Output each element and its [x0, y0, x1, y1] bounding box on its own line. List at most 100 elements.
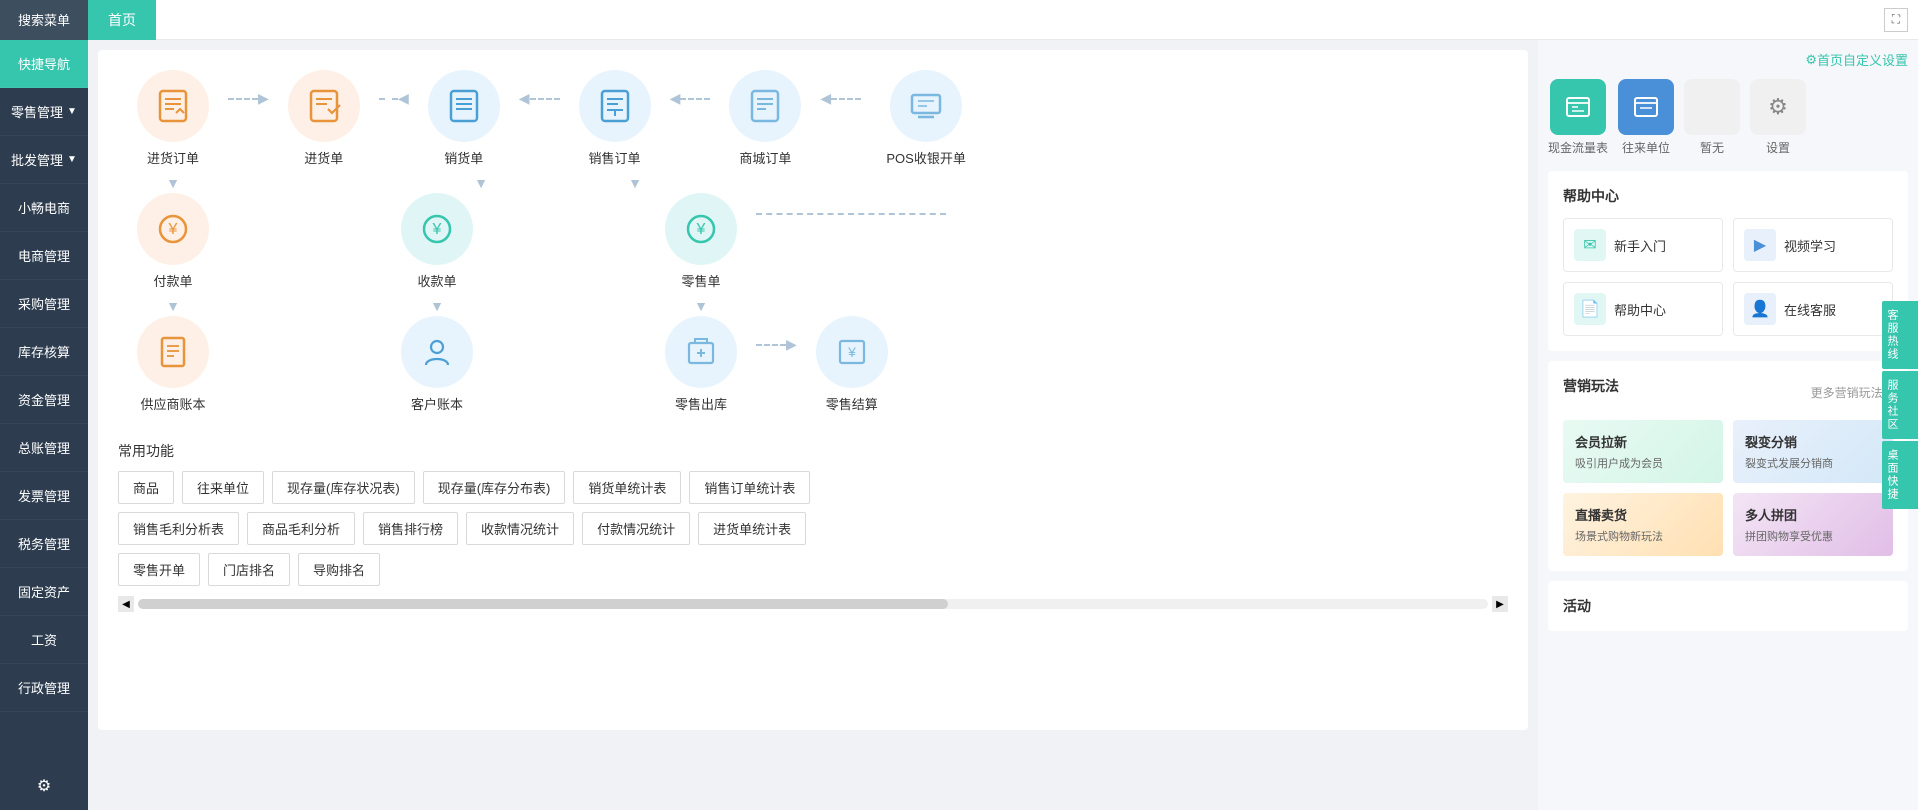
help-beginner[interactable]: ✉ 新手入门: [1563, 218, 1723, 272]
sidebar-gear-button[interactable]: ⚙: [0, 762, 88, 810]
main-layout: 快捷导航 零售管理 ▼ 批发管理 ▼ 小畅电商 电商管理 采购管理 库存核算 资…: [0, 40, 1918, 810]
help-center-link[interactable]: 📄 帮助中心: [1563, 282, 1723, 336]
sidebar-item-general-ledger[interactable]: 总账管理: [0, 424, 88, 472]
marketing-member-title: 会员拉新: [1575, 432, 1711, 451]
settings-icon-box: ⚙: [1750, 79, 1806, 135]
float-btn-community[interactable]: 服务社区: [1882, 371, 1918, 439]
sidebar-label-fixed-assets: 固定资产: [18, 582, 70, 601]
btn-store-rank[interactable]: 门店排名: [208, 553, 290, 586]
btn-sales-stat[interactable]: 销货单统计表: [573, 471, 681, 504]
float-buttons: 客服热线 服务社区 桌面快捷: [1882, 301, 1918, 509]
label-mall-order: 商城订单: [739, 148, 791, 167]
btn-sales-rank[interactable]: 销售排行榜: [363, 512, 458, 545]
node-retail-out[interactable]: 零售出库: [646, 316, 756, 413]
btn-sales-order-stat[interactable]: 销售订单统计表: [689, 471, 810, 504]
homepage-customize-link[interactable]: ⚙ 首页自定义设置: [1548, 50, 1908, 69]
float-btn-customer-service[interactable]: 客服热线: [1882, 301, 1918, 369]
node-retail-settle[interactable]: ¥ 零售结算: [797, 316, 907, 413]
quick-icon-cashflow[interactable]: 现金流量表: [1548, 79, 1608, 156]
help-online[interactable]: 👤 在线客服: [1733, 282, 1893, 336]
quick-icon-contacts[interactable]: 往来单位: [1618, 79, 1674, 156]
marketing-card: 营销玩法 更多营销玩法 > 会员拉新 吸引用户成为会员 裂变分销 裂变式发展分销…: [1548, 361, 1908, 571]
btn-stock-dist[interactable]: 现存量(库存分布表): [423, 471, 566, 504]
common-functions: 常用功能 商品 往来单位 现存量(库存状况表) 现存量(库存分布表) 销货单统计…: [118, 441, 1508, 586]
label-pos: POS收银开单: [886, 148, 965, 167]
btn-retail-order[interactable]: 零售开单: [118, 553, 200, 586]
contacts-label: 往来单位: [1622, 139, 1670, 156]
sidebar-label-quick-nav: 快捷导航: [18, 54, 70, 73]
label-payment-out: 付款单: [153, 271, 192, 290]
label-sales-order: 销售订单: [589, 148, 641, 167]
sidebar-item-fixed-assets[interactable]: 固定资产: [0, 568, 88, 616]
fullscreen-button[interactable]: ⛶: [1884, 8, 1908, 32]
helpcenter-icon: 📄: [1574, 293, 1606, 325]
sidebar-label-purchase: 采购管理: [18, 294, 70, 313]
sidebar-label-inventory: 库存核算: [18, 342, 70, 361]
search-menu-btn[interactable]: 搜索菜单: [0, 0, 88, 40]
scroll-left-btn[interactable]: ◀: [118, 596, 134, 612]
help-grid: ✉ 新手入门 ▶ 视频学习 📄 帮助中心 👤 在线客服: [1563, 218, 1893, 336]
node-mall-order[interactable]: 商城订单: [710, 70, 820, 167]
tab-home[interactable]: 首页: [88, 0, 156, 40]
btn-goods-gross[interactable]: 商品毛利分析: [247, 512, 355, 545]
node-payment-in[interactable]: ¥ 收款单: [382, 193, 492, 290]
label-sales-slip: 销货单: [444, 148, 483, 167]
sidebar-item-retail[interactable]: 零售管理 ▼: [0, 88, 88, 136]
help-video[interactable]: ▶ 视频学习: [1733, 218, 1893, 272]
help-center-title: 帮助中心: [1563, 186, 1893, 206]
float-btn-desktop[interactable]: 桌面快捷: [1882, 441, 1918, 509]
node-pos[interactable]: POS收银开单: [861, 70, 991, 167]
more-marketing-link[interactable]: 更多营销玩法 >: [1811, 384, 1893, 401]
sidebar-item-finance[interactable]: 资金管理: [0, 376, 88, 424]
marketing-member[interactable]: 会员拉新 吸引用户成为会员: [1563, 420, 1723, 483]
label-supplier-ledger: 供应商账本: [140, 394, 205, 413]
btn-receipt-stat[interactable]: 收款情况统计: [466, 512, 574, 545]
white-card: 进货订单 ▶ 进货单: [98, 50, 1528, 730]
btn-contacts[interactable]: 往来单位: [182, 471, 264, 504]
chevron-down-icon: ▼: [67, 106, 77, 117]
sidebar-item-purchase[interactable]: 采购管理: [0, 280, 88, 328]
gear-icon: ⚙: [1805, 52, 1817, 68]
marketing-fission-title: 裂变分销: [1745, 432, 1881, 451]
quick-icon-none[interactable]: 暂无: [1684, 79, 1740, 156]
settings-label: 设置: [1766, 139, 1790, 156]
node-payment-out[interactable]: ¥ 付款单: [118, 193, 228, 290]
sidebar-item-payroll[interactable]: 工资: [0, 616, 88, 664]
svg-text:¥: ¥: [168, 221, 178, 238]
node-supplier-ledger[interactable]: 供应商账本: [118, 316, 228, 413]
node-customer-ledger[interactable]: 客户账本: [382, 316, 492, 413]
node-purchase-order[interactable]: 进货订单: [118, 70, 228, 167]
sidebar-item-ecommerce-small[interactable]: 小畅电商: [0, 184, 88, 232]
quick-icons-row: 现金流量表 往来单位 暂无 ⚙ 设置: [1548, 79, 1908, 156]
node-purchase-slip[interactable]: 进货单: [269, 70, 379, 167]
sidebar-item-invoice[interactable]: 发票管理: [0, 472, 88, 520]
sidebar-item-quick-nav[interactable]: 快捷导航: [0, 40, 88, 88]
flow-diagram: 进货订单 ▶ 进货单: [118, 70, 1508, 421]
sidebar-item-admin[interactable]: 行政管理: [0, 664, 88, 712]
common-func-title: 常用功能: [118, 441, 1508, 461]
marketing-live[interactable]: 直播卖货 场景式购物新玩法: [1563, 493, 1723, 556]
btn-goods[interactable]: 商品: [118, 471, 174, 504]
video-icon: ▶: [1744, 229, 1776, 261]
scroll-track[interactable]: [138, 599, 1488, 609]
sidebar-item-wholesale[interactable]: 批发管理 ▼: [0, 136, 88, 184]
sidebar-item-tax[interactable]: 税务管理: [0, 520, 88, 568]
marketing-group[interactable]: 多人拼团 拼团购物享受优惠: [1733, 493, 1893, 556]
btn-payment-stat[interactable]: 付款情况统计: [582, 512, 690, 545]
node-sales-order[interactable]: 销售订单: [560, 70, 670, 167]
node-retail-slip[interactable]: ¥ 零售单: [646, 193, 756, 290]
marketing-title: 营销玩法: [1563, 376, 1619, 396]
scroll-right-btn[interactable]: ▶: [1492, 596, 1508, 612]
node-sales-slip[interactable]: 销货单: [409, 70, 519, 167]
sidebar-label-retail: 零售管理: [11, 102, 63, 121]
activity-title: 活动: [1563, 596, 1893, 616]
btn-sales-gross[interactable]: 销售毛利分析表: [118, 512, 239, 545]
marketing-fission[interactable]: 裂变分销 裂变式发展分销商: [1733, 420, 1893, 483]
marketing-member-desc: 吸引用户成为会员: [1575, 455, 1711, 471]
btn-purchase-stat[interactable]: 进货单统计表: [698, 512, 806, 545]
sidebar-item-ecommerce-mgmt[interactable]: 电商管理: [0, 232, 88, 280]
sidebar-item-inventory[interactable]: 库存核算: [0, 328, 88, 376]
btn-guide-rank[interactable]: 导购排名: [298, 553, 380, 586]
btn-stock-status[interactable]: 现存量(库存状况表): [272, 471, 415, 504]
quick-icon-settings[interactable]: ⚙ 设置: [1750, 79, 1806, 156]
